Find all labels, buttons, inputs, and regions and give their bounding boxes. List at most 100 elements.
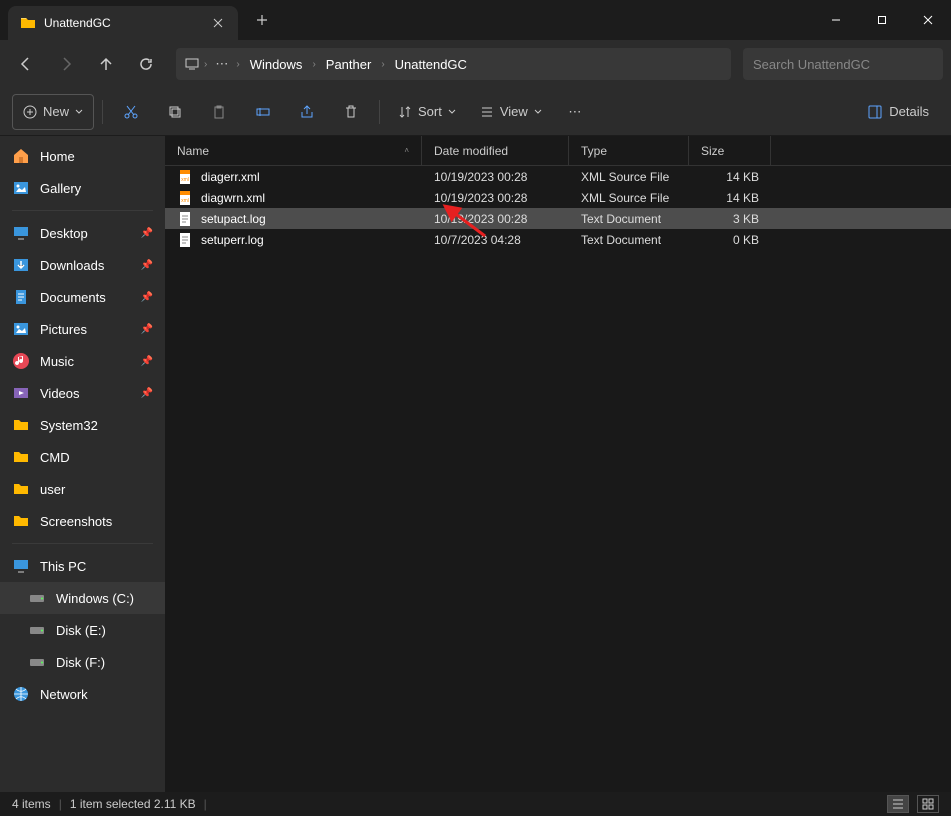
separator bbox=[102, 100, 103, 124]
statusbar: 4 items | 1 item selected 2.11 KB | bbox=[0, 792, 951, 816]
sidebar-item-music[interactable]: Music 📌 bbox=[0, 345, 165, 377]
view-label: View bbox=[500, 104, 528, 119]
folder-icon bbox=[20, 15, 36, 31]
chevron-right-icon: › bbox=[204, 59, 207, 70]
view-icons-button[interactable] bbox=[917, 795, 939, 813]
status-selected: 1 item selected 2.11 KB bbox=[70, 797, 196, 811]
view-button[interactable]: View bbox=[470, 94, 552, 130]
sidebar-label: Documents bbox=[40, 290, 131, 305]
new-label: New bbox=[43, 104, 69, 119]
search-input[interactable]: Search UnattendGC bbox=[743, 48, 943, 80]
desktop-icon bbox=[12, 224, 30, 242]
sidebar-item-downloads[interactable]: Downloads 📌 bbox=[0, 249, 165, 281]
file-rows: xml diagerr.xml 10/19/2023 00:28 XML Sou… bbox=[165, 166, 951, 792]
sidebar-label: Videos bbox=[40, 386, 131, 401]
copy-button[interactable] bbox=[155, 94, 195, 130]
separator bbox=[12, 543, 153, 544]
breadcrumb[interactable]: › ⋯ › Windows › Panther › UnattendGC bbox=[176, 48, 731, 80]
minimize-button[interactable] bbox=[813, 0, 859, 40]
ellipsis-icon[interactable]: ⋯ bbox=[211, 56, 232, 72]
folder-icon bbox=[12, 448, 30, 466]
tab-title: UnattendGC bbox=[44, 16, 202, 30]
sidebar-label: Pictures bbox=[40, 322, 131, 337]
sidebar-item-drive[interactable]: Disk (F:) bbox=[0, 646, 165, 678]
sidebar-label: Disk (E:) bbox=[56, 623, 153, 638]
file-row[interactable]: setupact.log 10/19/2023 00:28 Text Docum… bbox=[165, 208, 951, 229]
chevron-down-icon bbox=[534, 108, 542, 116]
more-button[interactable]: ⋯ bbox=[556, 94, 596, 130]
pin-icon: 📌 bbox=[141, 228, 153, 239]
close-button[interactable] bbox=[905, 0, 951, 40]
column-header-type[interactable]: Type bbox=[569, 136, 689, 165]
sidebar-item-user[interactable]: user bbox=[0, 473, 165, 505]
tab-close-icon[interactable] bbox=[210, 15, 226, 31]
tab[interactable]: UnattendGC bbox=[8, 6, 238, 40]
maximize-button[interactable] bbox=[859, 0, 905, 40]
separator bbox=[12, 210, 153, 211]
main: Home Gallery Desktop 📌 Downloads 📌 Docum… bbox=[0, 136, 951, 792]
pin-icon: 📌 bbox=[141, 260, 153, 271]
details-label: Details bbox=[889, 104, 929, 119]
file-row[interactable]: xml diagwrn.xml 10/19/2023 00:28 XML Sou… bbox=[165, 187, 951, 208]
sort-button[interactable]: Sort bbox=[388, 94, 466, 130]
breadcrumb-item[interactable]: UnattendGC bbox=[389, 53, 473, 76]
sidebar-item-pictures[interactable]: Pictures 📌 bbox=[0, 313, 165, 345]
sidebar-item-gallery[interactable]: Gallery bbox=[0, 172, 165, 204]
file-name: setupact.log bbox=[201, 212, 266, 226]
new-button[interactable]: New bbox=[12, 94, 94, 130]
cut-button[interactable] bbox=[111, 94, 151, 130]
file-type: XML Source File bbox=[569, 170, 689, 184]
sidebar-label: Home bbox=[40, 149, 153, 164]
sidebar-label: Desktop bbox=[40, 226, 131, 241]
column-header-date[interactable]: Date modified bbox=[422, 136, 569, 165]
sidebar-item-drive[interactable]: Disk (E:) bbox=[0, 614, 165, 646]
refresh-button[interactable] bbox=[128, 46, 164, 82]
paste-button[interactable] bbox=[199, 94, 239, 130]
breadcrumb-item[interactable]: Windows bbox=[244, 53, 309, 76]
file-type: Text Document bbox=[569, 233, 689, 247]
file-row[interactable]: setuperr.log 10/7/2023 04:28 Text Docume… bbox=[165, 229, 951, 250]
sidebar-label: CMD bbox=[40, 450, 153, 465]
search-placeholder: Search UnattendGC bbox=[753, 57, 870, 72]
pictures-icon bbox=[12, 320, 30, 338]
sidebar-item-home[interactable]: Home bbox=[0, 140, 165, 172]
file-row[interactable]: xml diagerr.xml 10/19/2023 00:28 XML Sou… bbox=[165, 166, 951, 187]
details-button[interactable]: Details bbox=[857, 94, 939, 130]
toolbar: New Sort View ⋯ Details bbox=[0, 88, 951, 136]
sidebar-item-screenshots[interactable]: Screenshots bbox=[0, 505, 165, 537]
new-tab-button[interactable] bbox=[246, 4, 278, 36]
share-button[interactable] bbox=[287, 94, 327, 130]
view-details-button[interactable] bbox=[887, 795, 909, 813]
column-header-size[interactable]: Size bbox=[689, 136, 771, 165]
back-button[interactable] bbox=[8, 46, 44, 82]
file-list: Name ˄ Date modified Type Size xml diage… bbox=[165, 136, 951, 792]
drive-icon bbox=[28, 589, 46, 607]
sidebar-item-drive[interactable]: Windows (C:) bbox=[0, 582, 165, 614]
pin-icon: 📌 bbox=[141, 388, 153, 399]
folder-icon bbox=[12, 416, 30, 434]
network-icon bbox=[12, 685, 30, 703]
sidebar-item-thispc[interactable]: This PC bbox=[0, 550, 165, 582]
separator: | bbox=[204, 797, 207, 811]
delete-button[interactable] bbox=[331, 94, 371, 130]
svg-text:xml: xml bbox=[181, 177, 189, 183]
home-icon bbox=[12, 147, 30, 165]
sidebar-item-network[interactable]: Network bbox=[0, 678, 165, 710]
sidebar-item-videos[interactable]: Videos 📌 bbox=[0, 377, 165, 409]
column-header-name[interactable]: Name ˄ bbox=[165, 136, 422, 165]
column-headers: Name ˄ Date modified Type Size bbox=[165, 136, 951, 166]
rename-button[interactable] bbox=[243, 94, 283, 130]
up-button[interactable] bbox=[88, 46, 124, 82]
sidebar-label: Downloads bbox=[40, 258, 131, 273]
breadcrumb-item[interactable]: Panther bbox=[320, 53, 378, 76]
file-type: XML Source File bbox=[569, 191, 689, 205]
drive-icon bbox=[28, 653, 46, 671]
sidebar-item-desktop[interactable]: Desktop 📌 bbox=[0, 217, 165, 249]
svg-text:xml: xml bbox=[181, 198, 189, 204]
forward-button[interactable] bbox=[48, 46, 84, 82]
sidebar-item-documents[interactable]: Documents 📌 bbox=[0, 281, 165, 313]
sidebar-label: Music bbox=[40, 354, 131, 369]
sidebar-item-system32[interactable]: System32 bbox=[0, 409, 165, 441]
sidebar-item-cmd[interactable]: CMD bbox=[0, 441, 165, 473]
separator bbox=[379, 100, 380, 124]
